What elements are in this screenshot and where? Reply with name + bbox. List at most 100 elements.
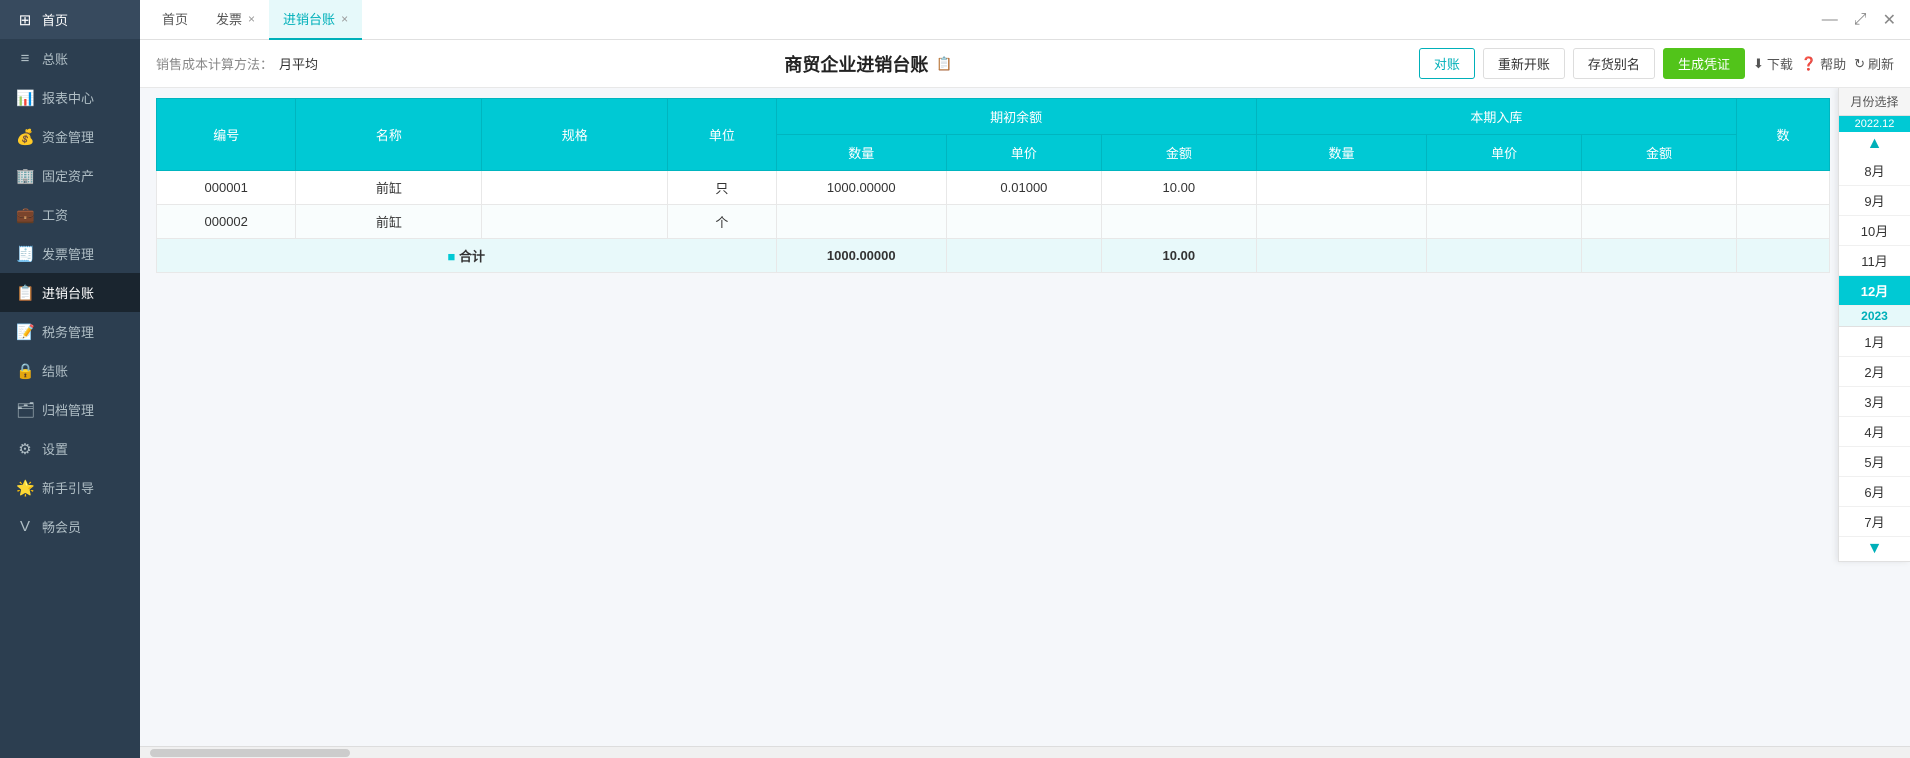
col-spec: 规格 (482, 99, 668, 171)
horizontal-scrollbar[interactable] (140, 746, 1910, 758)
month-item-6[interactable]: 6月 (1839, 477, 1910, 507)
sidebar-label-guide: 新手引导 (42, 478, 94, 497)
minimize-button[interactable]: — (1816, 9, 1844, 31)
month-panel-title: 月份选择 (1839, 88, 1910, 116)
sidebar-item-guide[interactable]: 🌟 新手引导 (0, 468, 140, 507)
month-item-5[interactable]: 5月 (1839, 447, 1910, 477)
sidebar-item-settings[interactable]: ⚙ 设置 (0, 429, 140, 468)
cost-method-display: 销售成本计算方法： 月平均 (156, 54, 318, 73)
settings-icon: ⚙ (16, 440, 34, 458)
col-period-begin-price: 单价 (946, 135, 1101, 171)
tab-home[interactable]: 首页 (148, 0, 202, 40)
download-button[interactable]: ⬇ 下载 (1753, 54, 1793, 73)
home-icon: ⊞ (16, 11, 34, 29)
sidebar-item-home[interactable]: ⊞ 首页 (0, 0, 140, 39)
month-item-7[interactable]: 7月 (1839, 507, 1910, 537)
window-close-button[interactable]: ✕ (1877, 8, 1902, 32)
sidebar-item-funds[interactable]: 💰 资金管理 (0, 117, 140, 156)
tab-invoice[interactable]: 发票 × (202, 0, 269, 40)
help-button[interactable]: ❓ 帮助 (1801, 54, 1846, 73)
sidebar-item-assets[interactable]: 🏢 固定资产 (0, 156, 140, 195)
page-title-area: 商贸企业进销台账 📋 (318, 51, 1419, 77)
sidebar-label-tax: 税务管理 (42, 322, 94, 341)
sidebar-item-invoice[interactable]: 🧾 发票管理 (0, 234, 140, 273)
ledger-icon: ≡ (16, 50, 34, 67)
table-total-row: ■ 合计 1000.00000 10.00 (157, 239, 1830, 273)
total-extra (1736, 239, 1829, 273)
sidebar-label-funds: 资金管理 (42, 127, 94, 146)
toolbar: 销售成本计算方法： 月平均 商贸企业进销台账 📋 对账 重新开账 存货别名 生成… (140, 40, 1910, 88)
cell-inbound-qty (1256, 171, 1426, 205)
refresh-button[interactable]: ↻ 刷新 (1854, 54, 1894, 73)
sidebar-label-reports: 报表中心 (42, 88, 94, 107)
archive-icon: 🗂 (16, 401, 34, 419)
sidebar-item-member[interactable]: V 畅会员 (0, 507, 140, 546)
month-nav-down[interactable]: ▼ (1839, 537, 1910, 561)
reports-icon: 📊 (16, 89, 34, 107)
reopen-button[interactable]: 重新开账 (1483, 48, 1565, 79)
info-icon[interactable]: 📋 (936, 56, 952, 72)
cost-method-label: 销售成本计算方法： (156, 54, 273, 73)
col-inbound-amount: 金额 (1582, 135, 1737, 171)
sidebar-item-archive[interactable]: 🗂 归档管理 (0, 390, 140, 429)
sidebar-label-payroll: 工资 (42, 205, 68, 224)
month-item-10[interactable]: 10月 (1839, 216, 1910, 246)
cell-inbound-amount (1582, 205, 1737, 239)
cell-spec (482, 205, 668, 239)
sidebar-item-reports[interactable]: 📊 报表中心 (0, 78, 140, 117)
cell-unit: 个 (668, 205, 776, 239)
maximize-button[interactable]: ⤢ (1848, 9, 1873, 31)
sidebar-item-payroll[interactable]: 💼 工资 (0, 195, 140, 234)
cell-period-begin-qty: 1000.00000 (776, 171, 946, 205)
cell-period-begin-price: 0.01000 (946, 171, 1101, 205)
cell-inbound-qty (1256, 205, 1426, 239)
month-item-8[interactable]: 8月 (1839, 156, 1910, 186)
reconcile-button[interactable]: 对账 (1419, 48, 1475, 79)
save-alias-button[interactable]: 存货别名 (1573, 48, 1655, 79)
tab-bar: 首页 发票 × 进销台账 × — ⤢ ✕ (140, 0, 1910, 40)
sidebar-label-archive: 归档管理 (42, 400, 94, 419)
total-inbound-amount (1582, 239, 1737, 273)
tab-right-buttons: — ⤢ ✕ (1816, 8, 1902, 32)
main-area: 首页 发票 × 进销台账 × — ⤢ ✕ 销售成本计算方法： 月平均 商贸企业进… (140, 0, 1910, 758)
col-code: 编号 (157, 99, 296, 171)
cost-method-value: 月平均 (279, 54, 318, 73)
cell-period-begin-price (946, 205, 1101, 239)
invoice-icon: 🧾 (16, 245, 34, 263)
month-item-1[interactable]: 1月 (1839, 327, 1910, 357)
month-item-9[interactable]: 9月 (1839, 186, 1910, 216)
tab-invoice-close[interactable]: × (248, 12, 255, 26)
total-inbound-qty (1256, 239, 1426, 273)
col-inbound-price: 单价 (1427, 135, 1582, 171)
inventory-table: 编号 名称 规格 单位 期初余额 本期入库 数 数量 单价 金额 数 (156, 98, 1830, 273)
cell-name: 前缸 (296, 205, 482, 239)
sidebar-item-close[interactable]: 🔒 结账 (0, 351, 140, 390)
sidebar-item-inventory[interactable]: 📋 进销台账 (0, 273, 140, 312)
cell-code: 000002 (157, 205, 296, 239)
assets-icon: 🏢 (16, 167, 34, 185)
content-area: 销售成本计算方法： 月平均 商贸企业进销台账 📋 对账 重新开账 存货别名 生成… (140, 40, 1910, 758)
tab-inventory-close[interactable]: × (341, 12, 348, 26)
cell-period-begin-qty (776, 205, 946, 239)
total-label: ■ 合计 (157, 239, 777, 273)
action-buttons: 对账 重新开账 存货别名 生成凭证 ⬇ 下载 ❓ 帮助 ↻ 刷新 (1419, 48, 1894, 79)
month-item-2[interactable]: 2月 (1839, 357, 1910, 387)
funds-icon: 💰 (16, 128, 34, 146)
close-period-icon: 🔒 (16, 362, 34, 380)
month-item-11[interactable]: 11月 (1839, 246, 1910, 276)
scrollbar-thumb[interactable] (150, 749, 350, 757)
payroll-icon: 💼 (16, 206, 34, 224)
month-item-4[interactable]: 4月 (1839, 417, 1910, 447)
col-inbound-qty: 数量 (1256, 135, 1426, 171)
generate-voucher-button[interactable]: 生成凭证 (1663, 48, 1745, 79)
guide-icon: 🌟 (16, 479, 34, 497)
next-year-label: 2023 (1839, 306, 1910, 327)
col-unit: 单位 (668, 99, 776, 171)
month-item-3[interactable]: 3月 (1839, 387, 1910, 417)
tab-inventory[interactable]: 进销台账 × (269, 0, 362, 40)
sidebar-item-tax[interactable]: 📝 税务管理 (0, 312, 140, 351)
month-item-12[interactable]: 12月 (1839, 276, 1910, 306)
cell-code: 000001 (157, 171, 296, 205)
month-nav-up[interactable]: ▲ (1839, 132, 1910, 156)
sidebar-item-ledger[interactable]: ≡ 总账 (0, 39, 140, 78)
